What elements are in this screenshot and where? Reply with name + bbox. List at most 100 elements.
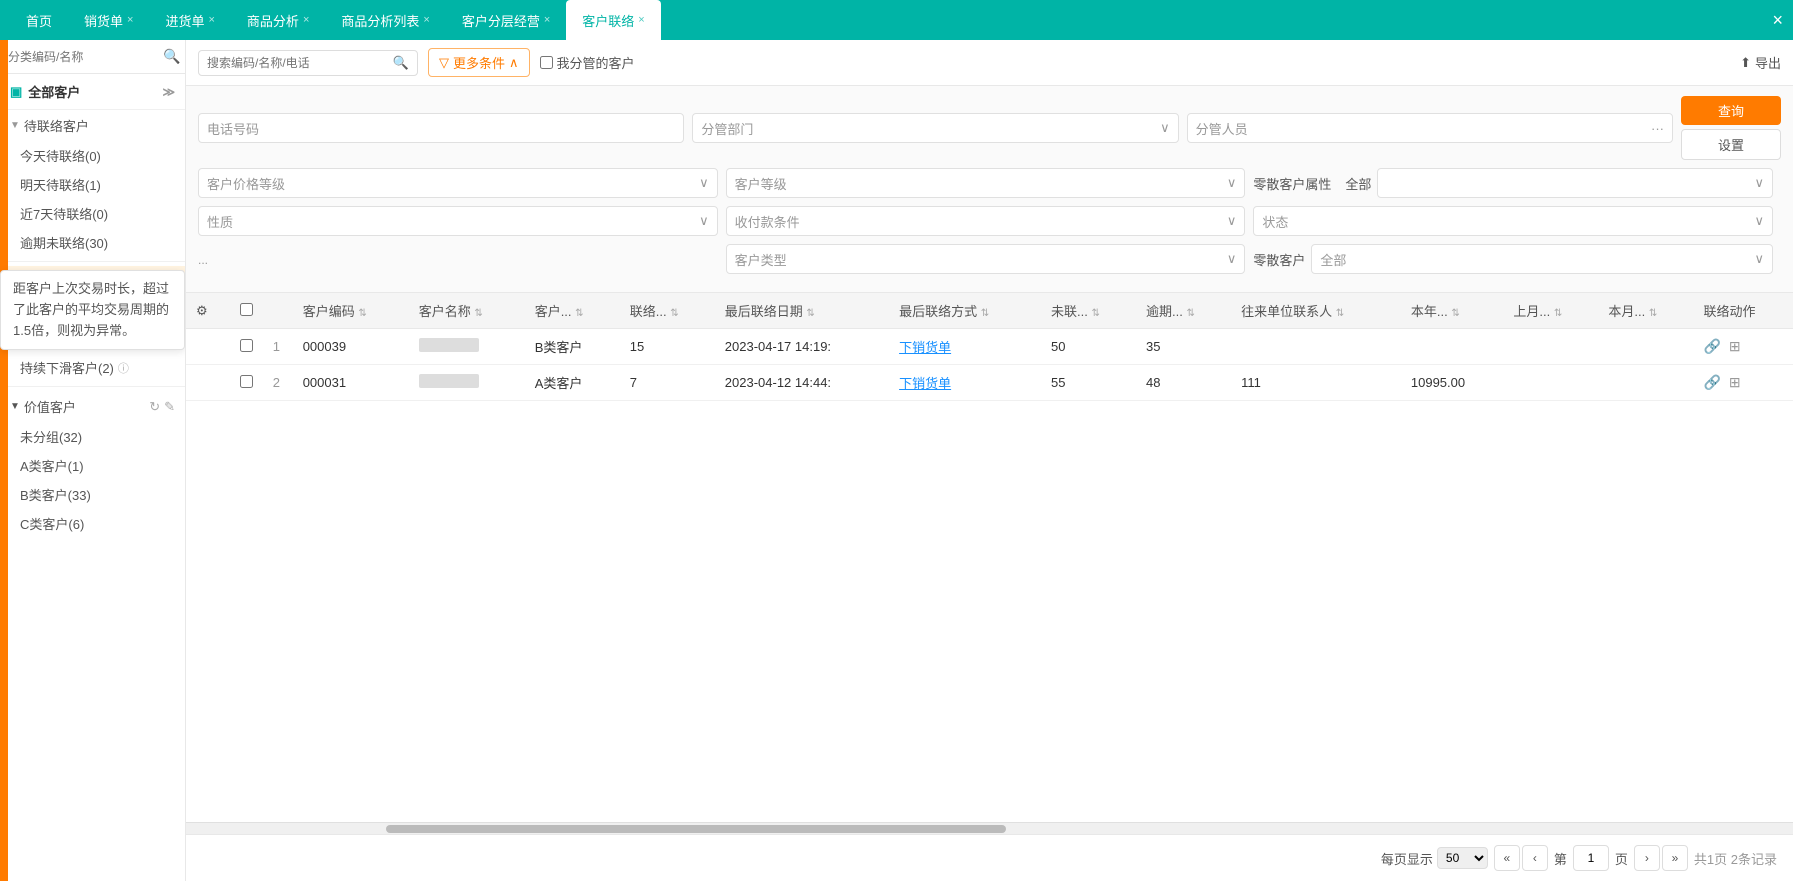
- app-close-button[interactable]: ×: [1772, 10, 1783, 31]
- sidebar-item-b-class[interactable]: B类客户(33): [0, 480, 185, 509]
- sidebar-search-icon[interactable]: 🔍: [163, 48, 180, 65]
- td-last-contact-way[interactable]: 下销货单: [889, 365, 1041, 401]
- sort-icon[interactable]: ⇅: [1336, 308, 1344, 319]
- nav-tab-sales[interactable]: 销货单 ×: [68, 0, 149, 40]
- nav-tab-customer-contact[interactable]: 客户联络 ×: [566, 0, 660, 40]
- pending-contact-group[interactable]: ▼ 待联络客户: [0, 110, 185, 141]
- sidebar-search-input[interactable]: [8, 50, 163, 64]
- sidebar-collapse-icon[interactable]: ≫: [162, 85, 175, 99]
- my-customer-checkbox[interactable]: [540, 56, 553, 69]
- close-icon[interactable]: ×: [303, 14, 309, 26]
- nature-field[interactable]: 性质 ∨: [198, 206, 718, 236]
- sort-icon[interactable]: ⇅: [806, 308, 814, 319]
- th-overdue[interactable]: 逾期... ⇅: [1136, 293, 1231, 329]
- sort-icon[interactable]: ⇅: [358, 308, 366, 319]
- th-last-month[interactable]: 上月... ⇅: [1503, 293, 1598, 329]
- th-this-month[interactable]: 本月... ⇅: [1598, 293, 1693, 329]
- th-company-person[interactable]: 往来单位联系人 ⇅: [1231, 293, 1401, 329]
- export-button[interactable]: ⬆ 导出: [1740, 53, 1781, 72]
- sort-icon[interactable]: ⇅: [1554, 308, 1562, 319]
- sort-icon[interactable]: ⇅: [1649, 308, 1657, 319]
- sort-icon[interactable]: ⇅: [670, 308, 678, 319]
- edit-icon[interactable]: ✎: [164, 399, 175, 415]
- th-not-contact[interactable]: 未联... ⇅: [1041, 293, 1136, 329]
- close-icon[interactable]: ×: [638, 14, 644, 26]
- nav-tab-product-analysis[interactable]: 商品分析 ×: [231, 0, 325, 40]
- td-checkbox[interactable]: [230, 329, 263, 365]
- th-last-contact-way[interactable]: 最后联络方式 ⇅: [889, 293, 1041, 329]
- grid-icon[interactable]: ⊞: [1729, 338, 1741, 355]
- status-field[interactable]: 状态 ∨: [1253, 206, 1773, 236]
- customer-type-field[interactable]: 客户类型 ∨: [726, 244, 1246, 274]
- select-all-checkbox[interactable]: [240, 303, 253, 316]
- filter-more-button[interactable]: ▽ 更多条件 ∧: [428, 48, 530, 77]
- sidebar-item-overdue[interactable]: 逾期未联络(30): [0, 228, 185, 257]
- filter-row-2: 客户价格等级 ∨ 客户等级 ∨ 零散客户属性 全部 ∨: [198, 168, 1781, 198]
- sort-icon[interactable]: ⇅: [981, 308, 989, 319]
- sort-icon[interactable]: ⇅: [1451, 308, 1459, 319]
- close-icon[interactable]: ×: [127, 14, 133, 26]
- sort-icon[interactable]: ⇅: [1091, 308, 1099, 319]
- sidebar-item-today[interactable]: 今天待联络(0): [0, 141, 185, 170]
- sidebar-item-a-class[interactable]: A类客户(1): [0, 451, 185, 480]
- td-checkbox[interactable]: [230, 365, 263, 401]
- close-icon[interactable]: ×: [423, 14, 429, 26]
- nav-tab-product-list[interactable]: 商品分析列表 ×: [325, 0, 445, 40]
- row-checkbox[interactable]: [240, 339, 253, 352]
- search-icon[interactable]: 🔍: [393, 55, 409, 71]
- link-icon[interactable]: 🔗: [1703, 374, 1720, 391]
- search-input[interactable]: [207, 56, 387, 70]
- query-button[interactable]: 查询: [1681, 96, 1781, 125]
- scatter-attr-field[interactable]: ∨: [1377, 168, 1773, 198]
- th-type[interactable]: 客户... ⇅: [525, 293, 620, 329]
- th-settings[interactable]: ⚙: [186, 293, 230, 329]
- close-icon[interactable]: ×: [208, 14, 214, 26]
- sidebar-item-7days[interactable]: 近7天待联络(0): [0, 199, 185, 228]
- person-field[interactable]: 分管人员 ···: [1187, 113, 1673, 143]
- nav-tab-purchase[interactable]: 进货单 ×: [149, 0, 230, 40]
- sort-icon[interactable]: ⇅: [474, 308, 482, 319]
- phone-field[interactable]: 电话号码: [198, 113, 684, 143]
- price-level-field[interactable]: 客户价格等级 ∨: [198, 168, 718, 198]
- refresh-icon[interactable]: ↻: [149, 399, 160, 415]
- sort-icon[interactable]: ⇅: [1186, 308, 1194, 319]
- info-icon[interactable]: ⓘ: [118, 360, 129, 376]
- th-last-contact-date[interactable]: 最后联络日期 ⇅: [715, 293, 889, 329]
- dept-field[interactable]: 分管部门 ∨: [692, 113, 1178, 143]
- nav-tab-home[interactable]: 首页: [10, 0, 68, 40]
- sidebar-item-ungroup[interactable]: 未分组(32): [0, 422, 185, 451]
- sidebar-item-c-class[interactable]: C类客户(6): [0, 509, 185, 538]
- prev-page-button[interactable]: ‹: [1522, 845, 1548, 871]
- link-icon[interactable]: 🔗: [1703, 338, 1720, 355]
- setting-button[interactable]: 设置: [1681, 129, 1781, 160]
- close-icon[interactable]: ×: [544, 14, 550, 26]
- first-page-button[interactable]: «: [1494, 845, 1520, 871]
- horizontal-scrollbar[interactable]: [186, 822, 1793, 834]
- td-overdue: 35: [1136, 329, 1231, 365]
- gear-icon[interactable]: ⚙: [196, 303, 208, 319]
- sidebar-item-tomorrow[interactable]: 明天待联络(1): [0, 170, 185, 199]
- payment-field[interactable]: 收付款条件 ∨: [726, 206, 1246, 236]
- nav-tab-customer-tier[interactable]: 客户分层经营 ×: [446, 0, 566, 40]
- page-size-select[interactable]: 50 10 20 100: [1437, 847, 1488, 869]
- row-checkbox[interactable]: [240, 375, 253, 388]
- valuable-customer-group-header[interactable]: ▼ 价值客户 ↻ ✎: [0, 391, 185, 422]
- th-checkbox[interactable]: [230, 293, 263, 329]
- last-page-button[interactable]: »: [1662, 845, 1688, 871]
- scatter-customer-field[interactable]: 全部 ∨: [1311, 244, 1773, 274]
- th-contact[interactable]: 联络... ⇅: [620, 293, 715, 329]
- all-customers-header[interactable]: ▣ 全部客户 ≫: [0, 74, 185, 110]
- sidebar-item-keep-decline[interactable]: 持续下滑客户(2) ⓘ: [0, 353, 185, 382]
- next-page-button[interactable]: ›: [1634, 845, 1660, 871]
- td-last-contact-way[interactable]: 下销货单: [889, 329, 1041, 365]
- more-filter-button[interactable]: ...: [198, 253, 208, 267]
- scroll-thumb[interactable]: [386, 825, 1006, 833]
- th-this-year[interactable]: 本年... ⇅: [1401, 293, 1503, 329]
- th-code[interactable]: 客户编码 ⇅: [293, 293, 409, 329]
- grid-icon[interactable]: ⊞: [1729, 374, 1741, 391]
- page-number-input[interactable]: [1573, 845, 1609, 871]
- th-name[interactable]: 客户名称 ⇅: [409, 293, 525, 329]
- customer-level-field[interactable]: 客户等级 ∨: [726, 168, 1246, 198]
- sort-icon[interactable]: ⇅: [575, 308, 583, 319]
- my-customer-checkbox-label[interactable]: 我分管的客户: [540, 53, 635, 72]
